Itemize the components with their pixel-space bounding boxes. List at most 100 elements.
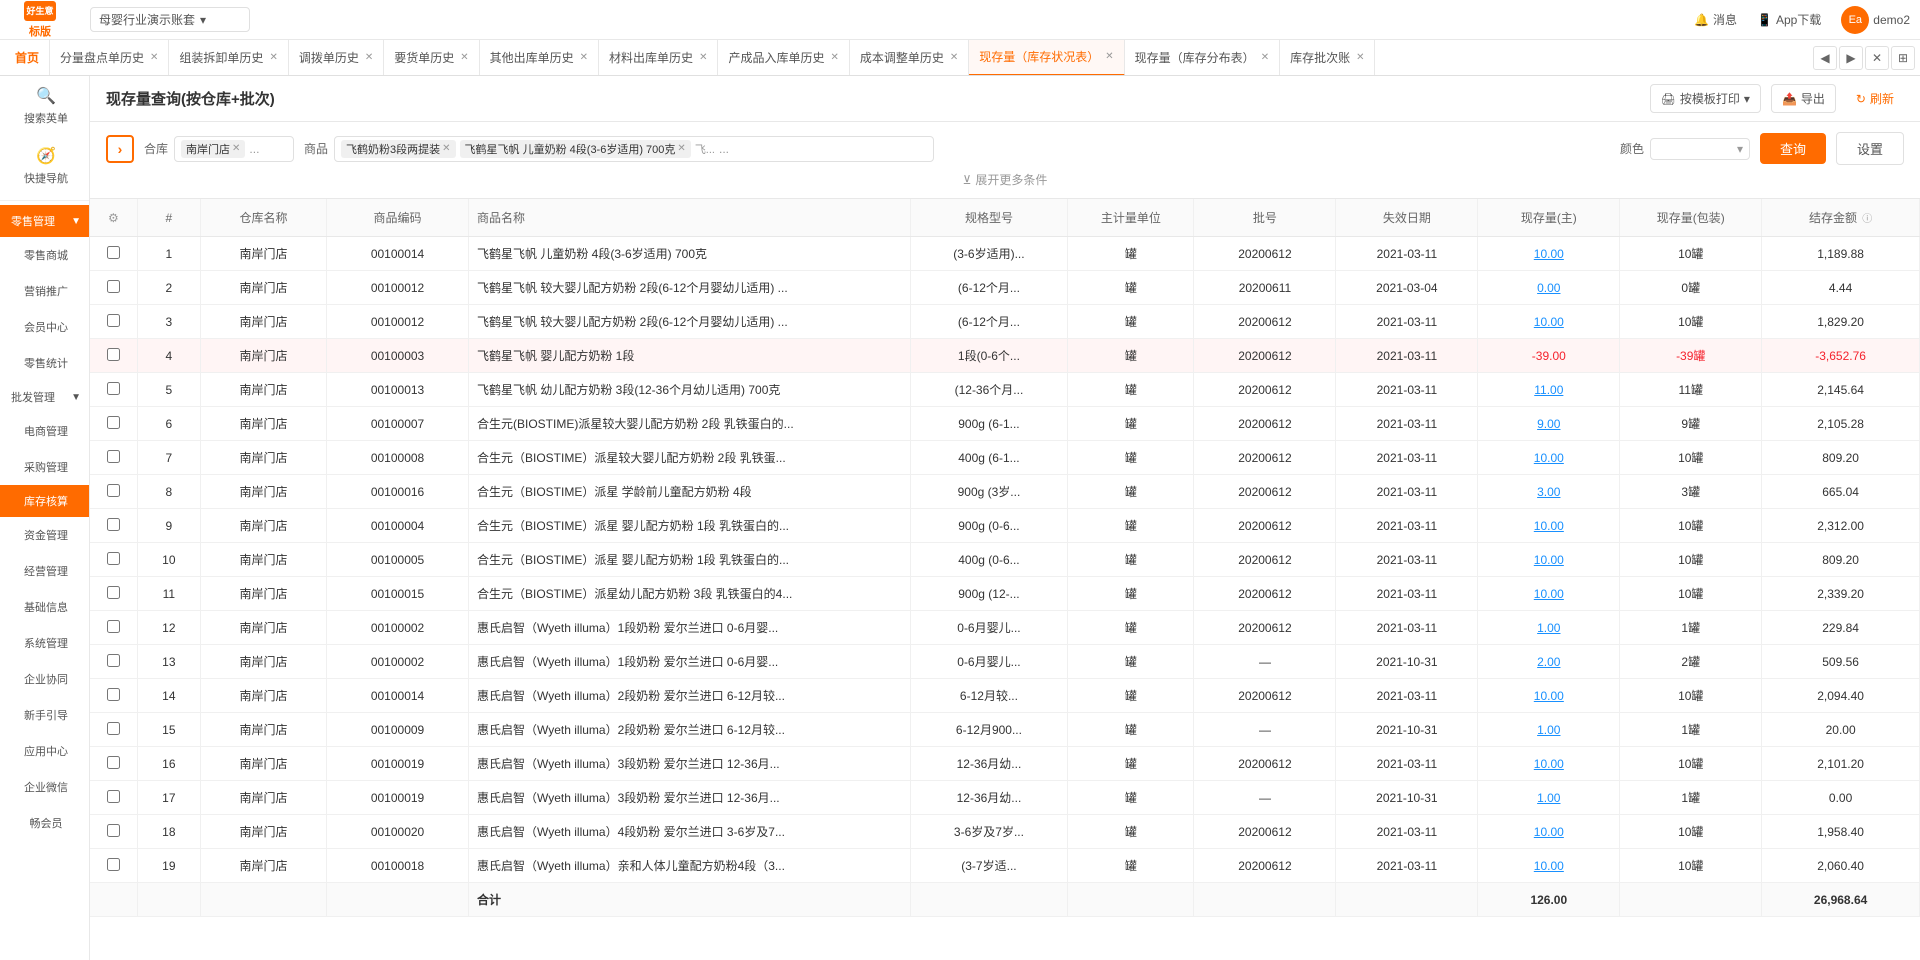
sidebar-item-purchase[interactable]: 采购管理 (0, 449, 89, 485)
sidebar-item-finance[interactable]: 资金管理 (0, 517, 89, 553)
sidebar-item-retail-stats[interactable]: 零售统计 (0, 345, 89, 381)
row-checkbox-cell[interactable] (90, 747, 137, 781)
tab-home[interactable]: 首页 (5, 40, 50, 76)
tab-other-out[interactable]: 其他出库单历史 ✕ (480, 40, 599, 76)
user-profile[interactable]: Ea demo2 (1841, 6, 1910, 34)
print-button[interactable]: 🖨 按模板打印 ▾ (1650, 84, 1761, 113)
row-qty-main[interactable]: 2.00 (1478, 645, 1620, 679)
message-button[interactable]: 🔔 消息 (1694, 11, 1737, 28)
row-checkbox-cell[interactable] (90, 237, 137, 271)
tab-close-icon[interactable]: ✕ (460, 52, 468, 63)
row-checkbox-cell[interactable] (90, 373, 137, 407)
sidebar-item-marketing[interactable]: 营销推广 (0, 273, 89, 309)
tab-material-out[interactable]: 材料出库单历史 ✕ (599, 40, 718, 76)
tab-close-icon[interactable]: ✕ (830, 52, 838, 63)
row-checkbox[interactable] (107, 280, 120, 293)
sidebar-item-operations[interactable]: 经营管理 (0, 553, 89, 589)
row-checkbox[interactable] (107, 756, 120, 769)
row-qty-main[interactable]: 10.00 (1478, 509, 1620, 543)
row-checkbox[interactable] (107, 484, 120, 497)
sidebar-item-member-vip[interactable]: 畅会员 (0, 805, 89, 841)
setting-button[interactable]: 设置 (1836, 132, 1904, 165)
row-checkbox-cell[interactable] (90, 713, 137, 747)
row-checkbox-cell[interactable] (90, 849, 137, 883)
tab-next-button[interactable]: ▶ (1839, 46, 1863, 70)
row-checkbox[interactable] (107, 314, 120, 327)
row-checkbox-cell[interactable] (90, 271, 137, 305)
export-button[interactable]: 📤 导出 (1771, 84, 1836, 113)
row-qty-main[interactable]: 10.00 (1478, 577, 1620, 611)
col-settings[interactable]: ⚙ (90, 199, 137, 237)
sidebar-item-basic-info[interactable]: 基础信息 (0, 589, 89, 625)
row-checkbox[interactable] (107, 416, 120, 429)
tab-close-icon[interactable]: ✕ (365, 52, 373, 63)
row-qty-main[interactable]: 3.00 (1478, 475, 1620, 509)
warehouse-tag-container[interactable]: 南岸门店 ✕ ... (174, 136, 294, 162)
tab-close-icon[interactable]: ✕ (1356, 52, 1364, 63)
tab-close-icon[interactable]: ✕ (150, 52, 158, 63)
row-checkbox[interactable] (107, 620, 120, 633)
query-button[interactable]: 查询 (1760, 133, 1826, 164)
row-checkbox-cell[interactable] (90, 339, 137, 373)
row-qty-main[interactable]: 10.00 (1478, 441, 1620, 475)
row-checkbox-cell[interactable] (90, 645, 137, 679)
tab-close-icon[interactable]: ✕ (269, 52, 277, 63)
row-checkbox-cell[interactable] (90, 781, 137, 815)
row-qty-main[interactable]: 10.00 (1478, 305, 1620, 339)
row-checkbox[interactable] (107, 824, 120, 837)
tab-requisition[interactable]: 要货单历史 ✕ (384, 40, 479, 76)
row-qty-main[interactable]: 9.00 (1478, 407, 1620, 441)
row-qty-main[interactable]: 10.00 (1478, 679, 1620, 713)
sidebar-item-enterprise[interactable]: 企业协同 (0, 661, 89, 697)
tab-current-dist[interactable]: 现存量（库存分布表） ✕ (1125, 40, 1280, 76)
tab-product-in[interactable]: 产成品入库单历史 ✕ (718, 40, 849, 76)
row-qty-main[interactable]: 1.00 (1478, 713, 1620, 747)
product-tag-1-remove-icon[interactable]: ✕ (442, 143, 450, 154)
row-checkbox-cell[interactable] (90, 679, 137, 713)
tab-close-icon[interactable]: ✕ (1261, 52, 1269, 63)
industry-select[interactable]: 母婴行业演示账套 ▾ (90, 7, 250, 32)
sidebar-item-retail[interactable]: 零售管理 ▼ (0, 205, 89, 237)
tab-close-all-button[interactable]: ✕ (1865, 46, 1889, 70)
row-checkbox[interactable] (107, 348, 120, 361)
row-checkbox[interactable] (107, 552, 120, 565)
row-checkbox[interactable] (107, 246, 120, 259)
row-qty-main[interactable]: 10.00 (1478, 849, 1620, 883)
row-checkbox-cell[interactable] (90, 305, 137, 339)
product-tag-container[interactable]: 飞鹤奶粉3段两提装 ✕ 飞鹤星飞帆 儿童奶粉 4段(3-6岁适用) 700克 ✕… (334, 136, 934, 162)
settings-gear-icon[interactable]: ⚙ (108, 211, 119, 225)
row-qty-main[interactable]: 10.00 (1478, 543, 1620, 577)
row-checkbox-cell[interactable] (90, 815, 137, 849)
warehouse-more-icon[interactable]: ... (249, 142, 259, 156)
sidebar-item-system[interactable]: 系统管理 (0, 625, 89, 661)
tab-split-inventory[interactable]: 分量盘点单历史 ✕ (50, 40, 169, 76)
tab-transfer[interactable]: 调拨单历史 ✕ (289, 40, 384, 76)
product-tag-2-remove-icon[interactable]: ✕ (677, 143, 685, 154)
warehouse-tag-remove-icon[interactable]: ✕ (232, 143, 240, 154)
sidebar-item-quick-nav[interactable]: 🧭 快捷导航 (0, 136, 89, 196)
sidebar-item-search[interactable]: 🔍 搜索英单 (0, 76, 89, 136)
row-checkbox[interactable] (107, 722, 120, 735)
tab-disassembly[interactable]: 组装拆卸单历史 ✕ (169, 40, 288, 76)
tab-batch-voucher[interactable]: 库存批次账 ✕ (1280, 40, 1375, 76)
row-checkbox[interactable] (107, 450, 120, 463)
sidebar-item-inventory[interactable]: 库存核算 (0, 485, 89, 517)
tab-close-icon[interactable]: ✕ (580, 52, 588, 63)
tab-close-icon[interactable]: ✕ (699, 52, 707, 63)
sidebar-item-ecommerce[interactable]: 电商管理 (0, 413, 89, 449)
sidebar-item-retail-shop[interactable]: 零售商城 (0, 237, 89, 273)
tab-current-status[interactable]: 现存量（库存状况表） ✕ (969, 40, 1124, 76)
row-qty-main[interactable]: 1.00 (1478, 611, 1620, 645)
tab-close-icon[interactable]: ✕ (1105, 51, 1113, 62)
tab-cost-adjust[interactable]: 成本调整单历史 ✕ (850, 40, 969, 76)
tab-close-icon[interactable]: ✕ (950, 52, 958, 63)
row-checkbox-cell[interactable] (90, 611, 137, 645)
sidebar-item-guide[interactable]: 新手引导 (0, 697, 89, 733)
row-qty-main[interactable]: 11.00 (1478, 373, 1620, 407)
row-checkbox[interactable] (107, 858, 120, 871)
row-qty-main[interactable]: 1.00 (1478, 781, 1620, 815)
app-download-button[interactable]: 📱 App下载 (1757, 11, 1821, 28)
expand-more-conditions[interactable]: ⊻ 展开更多条件 (106, 171, 1904, 188)
row-qty-main[interactable]: 10.00 (1478, 747, 1620, 781)
row-checkbox[interactable] (107, 654, 120, 667)
